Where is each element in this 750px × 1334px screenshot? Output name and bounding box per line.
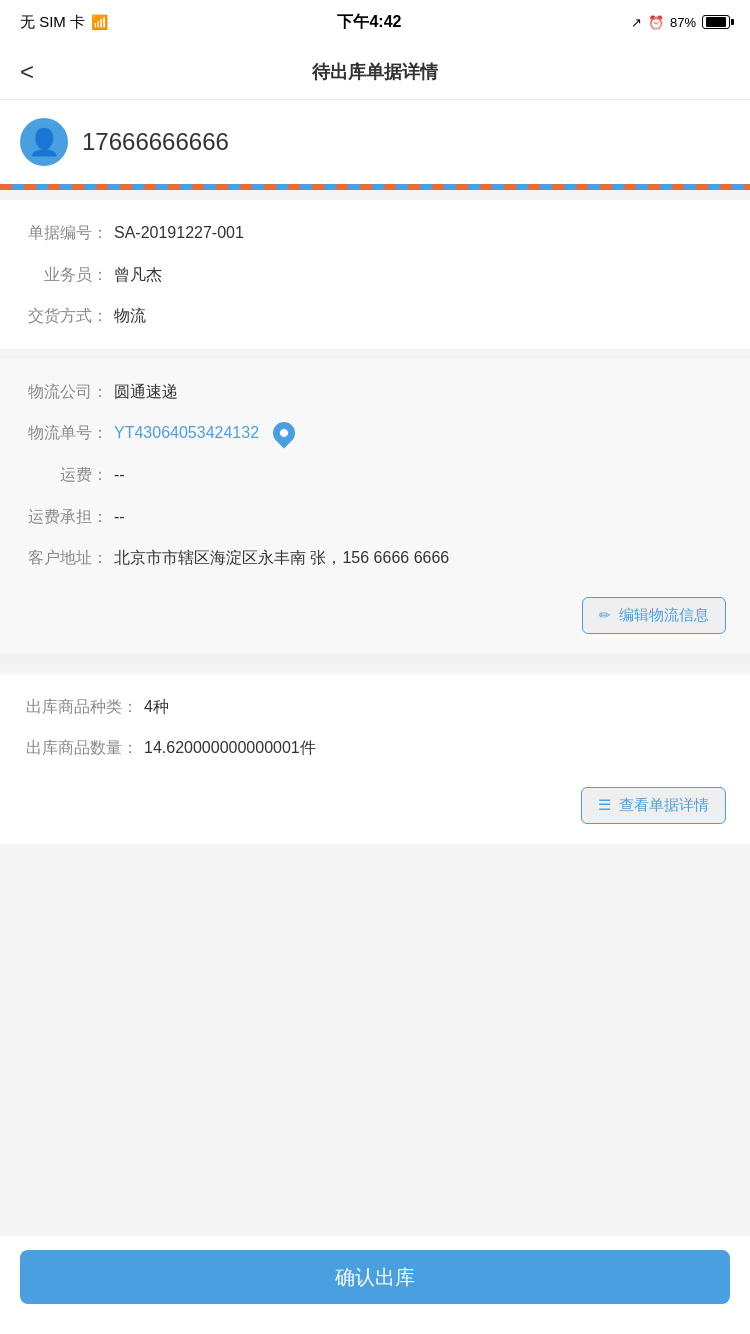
goods-quantity-label: 出库商品数量： <box>24 735 144 761</box>
delivery-value: 物流 <box>114 303 726 329</box>
wifi-icon: 📶 <box>91 14 108 30</box>
salesman-label: 业务员： <box>24 262 114 288</box>
address-label: 客户地址： <box>24 545 114 571</box>
delivery-label: 交货方式： <box>24 303 114 329</box>
tracking-location-icon[interactable] <box>268 418 299 449</box>
salesman-row: 业务员： 曾凡杰 <box>24 262 726 288</box>
freight-value: -- <box>114 462 726 488</box>
goods-section: 出库商品种类： 4种 出库商品数量： 14.620000000000001件 ☰… <box>0 674 750 844</box>
goods-types-row: 出库商品种类： 4种 <box>24 694 726 720</box>
tracking-row: 物流单号： YT43064053424132 <box>24 420 726 446</box>
view-detail-button[interactable]: ☰ 查看单据详情 <box>581 787 726 824</box>
freight-bear-label: 运费承担： <box>24 504 114 530</box>
address-value: 北京市市辖区海淀区永丰南 张，156 6666 6666 <box>114 545 726 571</box>
view-detail-label: 查看单据详情 <box>619 796 709 815</box>
company-value: 圆通速递 <box>114 379 726 405</box>
edit-btn-row: ✏ 编辑物流信息 <box>24 587 726 634</box>
battery-percent: 87% <box>670 15 696 30</box>
customer-phone: 17666666666 <box>82 128 229 156</box>
freight-label: 运费： <box>24 462 114 488</box>
confirm-btn-wrap: 确认出库 <box>0 1236 750 1334</box>
page-title: 待出库单据详情 <box>312 60 438 84</box>
order-no-label: 单据编号： <box>24 220 114 246</box>
goods-types-value: 4种 <box>144 694 726 720</box>
tracking-label: 物流单号： <box>24 420 114 446</box>
back-button[interactable]: < <box>20 60 34 84</box>
delivery-row: 交货方式： 物流 <box>24 303 726 329</box>
address-row: 客户地址： 北京市市辖区海淀区永丰南 张，156 6666 6666 <box>24 545 726 571</box>
salesman-value: 曾凡杰 <box>114 262 726 288</box>
edit-icon: ✏ <box>599 607 611 623</box>
freight-bear-row: 运费承担： -- <box>24 504 726 530</box>
status-time: 下午4:42 <box>337 12 401 33</box>
person-icon: 👤 <box>28 127 60 158</box>
order-no-value: SA-20191227-001 <box>114 220 726 246</box>
goods-types-label: 出库商品种类： <box>24 694 144 720</box>
company-label: 物流公司： <box>24 379 114 405</box>
nav-bar: < 待出库单据详情 <box>0 44 750 100</box>
confirm-btn-label: 确认出库 <box>335 1264 415 1291</box>
company-row: 物流公司： 圆通速递 <box>24 379 726 405</box>
confirm-outbound-button[interactable]: 确认出库 <box>20 1250 730 1304</box>
tracking-value: YT43064053424132 <box>114 420 726 446</box>
bottom-spacer <box>0 854 750 1054</box>
avatar: 👤 <box>20 118 68 166</box>
list-icon: ☰ <box>598 796 611 814</box>
separator-1 <box>0 654 750 664</box>
dashed-divider <box>0 184 750 190</box>
view-btn-row: ☰ 查看单据详情 <box>24 777 726 824</box>
freight-row: 运费： -- <box>24 462 726 488</box>
edit-logistics-label: 编辑物流信息 <box>619 606 709 625</box>
carrier-text: 无 SIM 卡 <box>20 13 85 32</box>
status-bar: 无 SIM 卡 📶 下午4:42 ↗ ⏰ 87% <box>0 0 750 44</box>
customer-header: 👤 17666666666 <box>0 100 750 184</box>
goods-quantity-row: 出库商品数量： 14.620000000000001件 <box>24 735 726 761</box>
logistics-section: 物流公司： 圆通速递 物流单号： YT43064053424132 运费： --… <box>0 359 750 654</box>
status-left: 无 SIM 卡 📶 <box>20 13 108 32</box>
alarm-icon: ⏰ <box>648 15 664 30</box>
order-no-row: 单据编号： SA-20191227-001 <box>24 220 726 246</box>
basic-info-section: 单据编号： SA-20191227-001 业务员： 曾凡杰 交货方式： 物流 <box>0 200 750 349</box>
battery-icon <box>702 15 730 29</box>
edit-logistics-button[interactable]: ✏ 编辑物流信息 <box>582 597 726 634</box>
goods-quantity-value: 14.620000000000001件 <box>144 735 726 761</box>
location-indicator: ↗ <box>631 15 642 30</box>
freight-bear-value: -- <box>114 504 726 530</box>
status-right: ↗ ⏰ 87% <box>631 15 730 30</box>
